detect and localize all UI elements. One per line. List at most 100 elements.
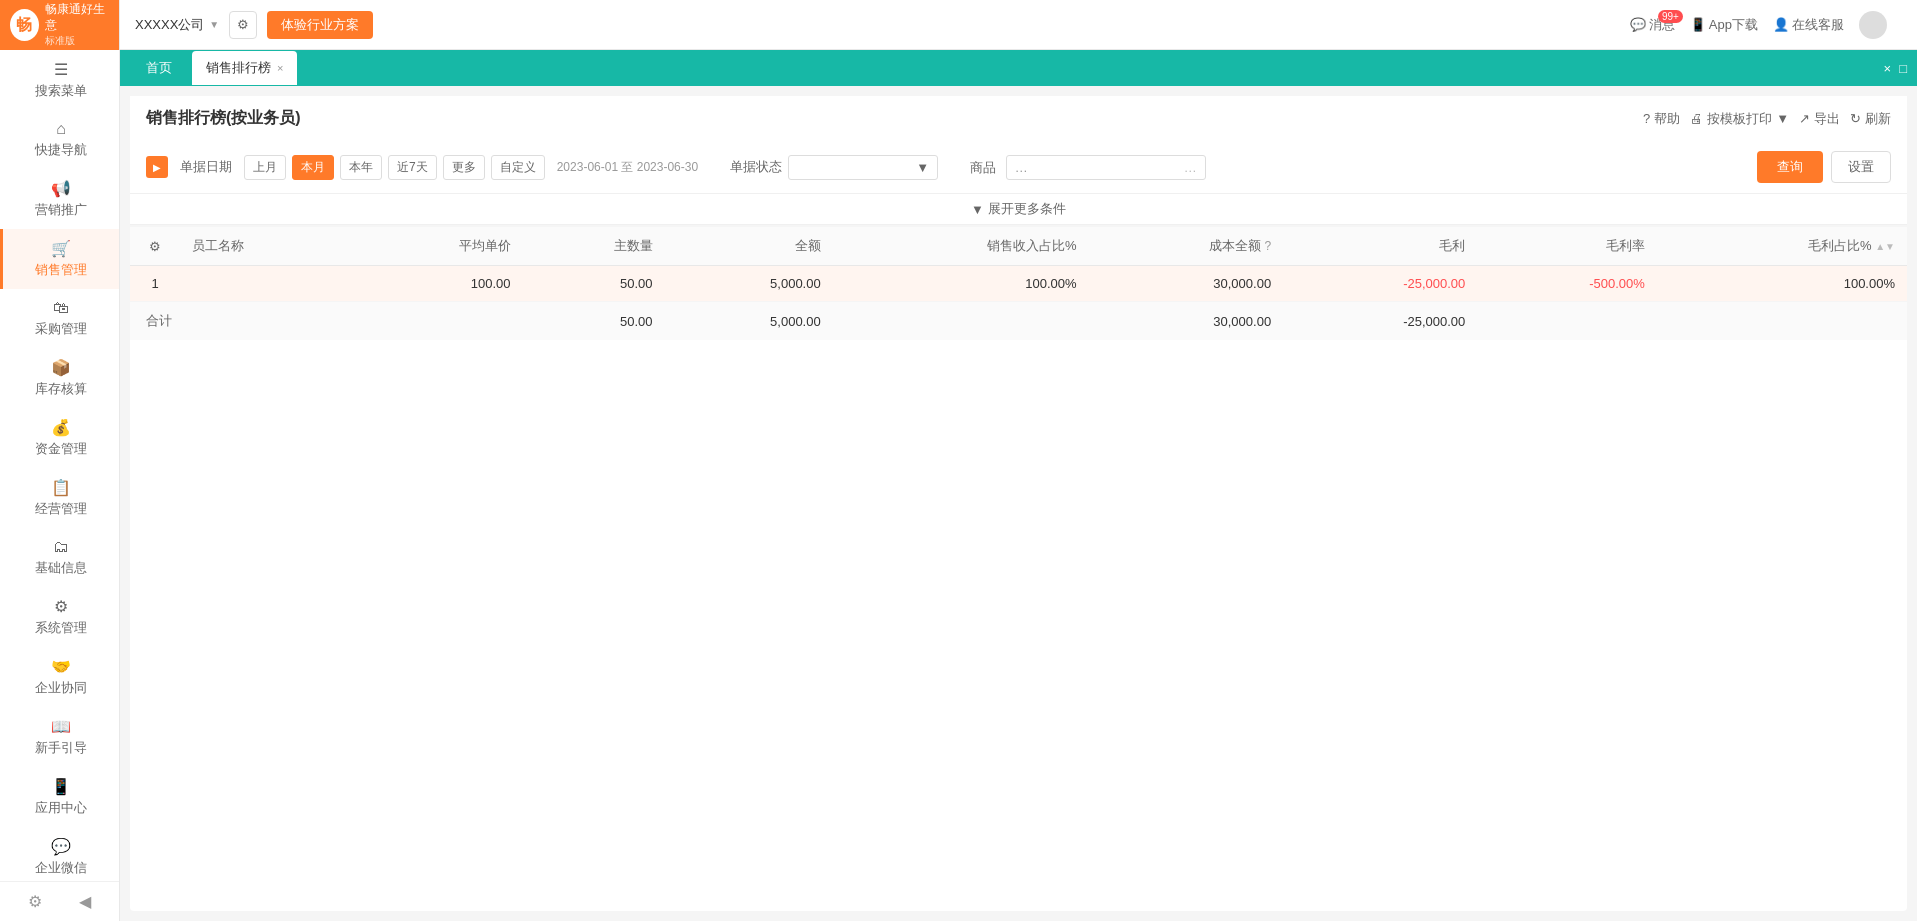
sidebar-collapse-btn[interactable]: ◀ <box>79 892 91 911</box>
expand-more-btn[interactable]: ▼ 展开更多条件 <box>971 200 1066 218</box>
footer-avg-price <box>351 302 522 341</box>
date-filter: 上月 本月 本年 近7天 更多 自定义 <box>244 155 545 180</box>
footer-gross-rate <box>1477 302 1657 341</box>
company-selector[interactable]: XXXXX公司 ▼ <box>135 16 219 34</box>
tab-close-icon[interactable]: × <box>277 62 283 74</box>
date-curr-btn[interactable]: 本月 <box>292 155 334 180</box>
printer-icon: 🖨 <box>1690 111 1703 126</box>
sidebar-item-2[interactable]: 📢营销推广 <box>0 169 119 229</box>
table-header-row: ⚙ 员工名称 平均单价 主数量 全额 销售收入占比% 成本全额 ? 毛利 毛利率… <box>130 227 1907 266</box>
sidebar-item-0[interactable]: ☰搜索菜单 <box>0 50 119 110</box>
page-title: 销售排行榜(按业务员) <box>146 108 301 129</box>
app-download-btn[interactable]: 📱 App下载 <box>1690 16 1758 34</box>
cell-cost: 30,000.00 <box>1089 266 1284 302</box>
col-settings[interactable]: ⚙ <box>130 227 180 266</box>
footer-label: 合计 <box>130 302 351 341</box>
sidebar-settings-btn[interactable]: ⚙ <box>28 892 42 911</box>
set-btn[interactable]: 设置 <box>1831 151 1891 183</box>
logo-text-block: 畅康通好生意 标准版 <box>45 2 109 47</box>
sidebar-icon-0: ☰ <box>54 60 68 79</box>
table-wrapper: ⚙ 员工名称 平均单价 主数量 全额 销售收入占比% 成本全额 ? 毛利 毛利率… <box>130 227 1907 911</box>
sidebar-icon-10: 🤝 <box>51 657 71 676</box>
sidebar-label-2: 营销推广 <box>35 201 87 219</box>
col-gross: 毛利 <box>1283 227 1477 266</box>
sidebar-item-11[interactable]: 📖 新手引导 <box>0 707 119 767</box>
help-icon: ? <box>1643 111 1650 126</box>
refresh-btn[interactable]: ↻ 刷新 <box>1850 110 1891 128</box>
status-select[interactable]: ▼ <box>788 155 938 180</box>
col-avg-price: 平均单价 <box>351 227 522 266</box>
col-cost: 成本全额 ? <box>1089 227 1284 266</box>
filter-toggle-btn[interactable]: ▶ <box>146 156 168 178</box>
help-btn[interactable]: ? 帮助 <box>1643 110 1680 128</box>
goods-label: 商品 <box>970 160 996 175</box>
table-footer-row: 合计 50.00 5,000.00 30,000.00 -25,000.00 <box>130 302 1907 341</box>
date-year-btn[interactable]: 本年 <box>340 155 382 180</box>
data-table: ⚙ 员工名称 平均单价 主数量 全额 销售收入占比% 成本全额 ? 毛利 毛利率… <box>130 227 1907 340</box>
expand-row: ▼ 展开更多条件 <box>130 193 1907 224</box>
tab-maximize-btn[interactable]: □ <box>1899 61 1907 76</box>
page-header: 销售排行榜(按业务员) ? 帮助 🖨 按模板打印 ▼ ↗ 导出 <box>130 96 1907 141</box>
cell-gross-pct: 100.00% <box>1657 266 1907 302</box>
sidebar-item-9[interactable]: ⚙系统管理 <box>0 587 119 647</box>
trial-btn[interactable]: 体验行业方案 <box>267 11 373 39</box>
sidebar-icon-1: ⌂ <box>56 120 66 138</box>
footer-gross: -25,000.00 <box>1283 302 1477 341</box>
sidebar-item-12[interactable]: 📱应用中心 <box>0 767 119 827</box>
sidebar-item-8[interactable]: 🗂基础信息 <box>0 528 119 587</box>
tab-close-btn[interactable]: × <box>1884 61 1892 76</box>
cell-gross: -25,000.00 <box>1283 266 1477 302</box>
expand-label: 展开更多条件 <box>988 200 1066 218</box>
col-total: 全额 <box>665 227 833 266</box>
cell-rank: 1 <box>130 266 180 302</box>
logo-sub: 标准版 <box>45 34 109 48</box>
topbar-right: 💬 消息 99+ 📱 App下载 👤 在线客服 <box>1630 11 1902 39</box>
tabbar: 首页 销售排行榜 × × □ <box>120 50 1917 86</box>
sidebar-icon-11: 📖 <box>51 717 71 736</box>
service-icon: 👤 <box>1773 17 1789 32</box>
table-row[interactable]: 1 100.00 50.00 5,000.00 100.00% 30,000.0… <box>130 266 1907 302</box>
cost-help-icon[interactable]: ? <box>1264 239 1271 253</box>
app-icon: 📱 <box>1690 17 1706 32</box>
service-btn[interactable]: 👤 在线客服 <box>1773 16 1844 34</box>
avatar[interactable] <box>1859 11 1887 39</box>
tab-sales-rank[interactable]: 销售排行榜 × <box>192 51 297 85</box>
sidebar-item-1[interactable]: ⌂ 快捷导航 <box>0 110 119 169</box>
query-btn[interactable]: 查询 <box>1757 151 1823 183</box>
sidebar-label-12: 应用中心 <box>35 799 87 817</box>
date-custom-btn[interactable]: 自定义 <box>491 155 545 180</box>
sidebar-label-1: 快捷导航 <box>35 141 87 159</box>
footer-total: 5,000.00 <box>665 302 833 341</box>
date-7days-btn[interactable]: 近7天 <box>388 155 437 180</box>
col-gross-rate: 毛利率 <box>1477 227 1657 266</box>
sidebar-item-3[interactable]: 🛒销售管理 <box>0 229 119 289</box>
sidebar-icon-13: 💬 <box>51 837 71 856</box>
sidebar-label-9: 系统管理 <box>35 619 87 637</box>
tab-home[interactable]: 首页 <box>130 51 188 85</box>
date-prev-btn[interactable]: 上月 <box>244 155 286 180</box>
gross-pct-sort-icon[interactable]: ▲▼ <box>1875 241 1895 252</box>
goods-input[interactable]: … … <box>1006 155 1206 180</box>
cell-avg-price: 100.00 <box>351 266 522 302</box>
footer-gross-pct <box>1657 302 1907 341</box>
sidebar-item-4[interactable]: 🛍采购管理 <box>0 289 119 348</box>
sidebar-item-10[interactable]: 🤝企业协同 <box>0 647 119 707</box>
cell-gross-rate: -500.00% <box>1477 266 1657 302</box>
msg-badge: 99+ <box>1658 10 1683 23</box>
date-more-btn[interactable]: 更多 <box>443 155 485 180</box>
sidebar-item-5[interactable]: 📦库存核算 <box>0 348 119 408</box>
export-btn[interactable]: ↗ 导出 <box>1799 110 1840 128</box>
sidebar-icon-8: 🗂 <box>53 538 69 556</box>
msg-btn[interactable]: 💬 消息 99+ <box>1630 16 1675 34</box>
cell-total: 5,000.00 <box>665 266 833 302</box>
sidebar-item-7[interactable]: 📋经营管理 <box>0 468 119 528</box>
print-btn[interactable]: 🖨 按模板打印 ▼ <box>1690 110 1789 128</box>
topbar: XXXXX公司 ▼ ⚙ 体验行业方案 💬 消息 99+ 📱 App下载 👤 在线… <box>120 0 1917 50</box>
topbar-settings-btn[interactable]: ⚙ <box>229 11 257 39</box>
sidebar-item-6[interactable]: 💰资金管理 <box>0 408 119 468</box>
sidebar-item-13[interactable]: 💬企业微信 <box>0 827 119 881</box>
export-icon: ↗ <box>1799 111 1810 126</box>
date-label: 单据日期 <box>180 158 232 176</box>
sidebar-label-11: 新手引导 <box>35 739 87 757</box>
main-area: XXXXX公司 ▼ ⚙ 体验行业方案 💬 消息 99+ 📱 App下载 👤 在线… <box>120 0 1917 921</box>
